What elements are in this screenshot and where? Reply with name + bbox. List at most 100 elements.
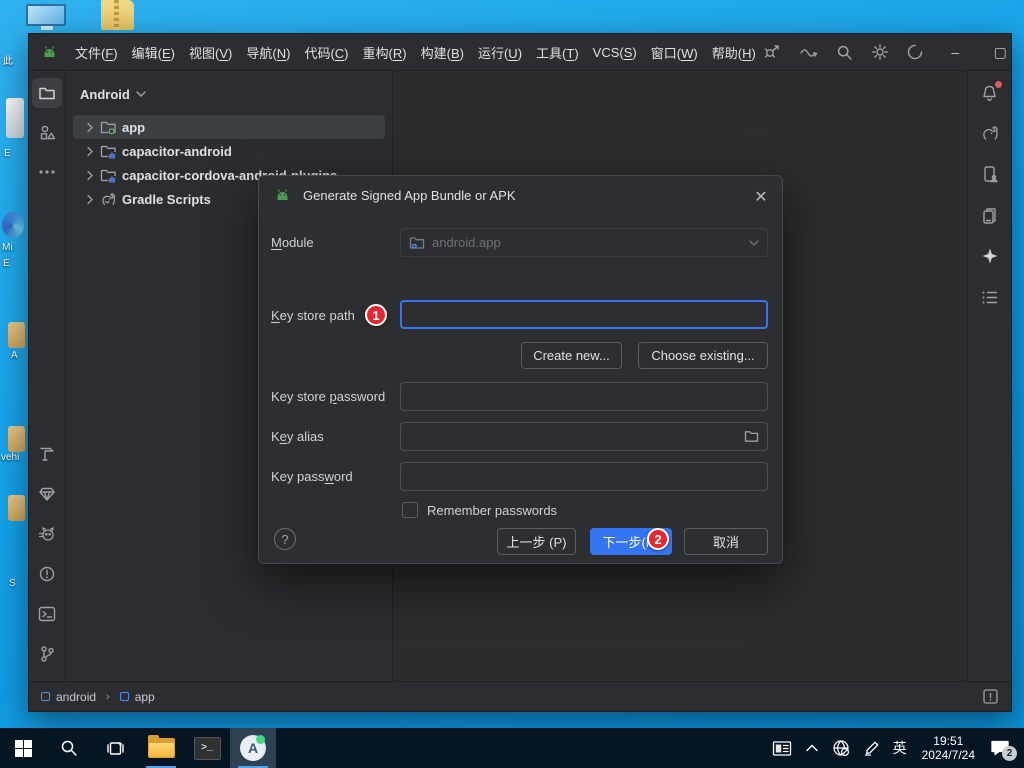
help-icon[interactable]: ? bbox=[274, 528, 296, 550]
menu-item[interactable]: 工具(T) bbox=[529, 43, 586, 62]
news-widget-button[interactable] bbox=[765, 728, 799, 768]
menu-item[interactable]: 构建(B) bbox=[414, 43, 471, 62]
module-select[interactable]: android.app bbox=[400, 228, 768, 257]
previous-button[interactable]: 上一步 (P) bbox=[497, 528, 576, 555]
menu-item[interactable]: 导航(N) bbox=[239, 43, 297, 62]
gradle-toolwindow-button[interactable] bbox=[975, 118, 1005, 148]
menu-item[interactable]: 编辑(E) bbox=[125, 43, 182, 62]
tree-row[interactable]: capacitor-android bbox=[73, 139, 385, 163]
app-quality-insights-button[interactable] bbox=[32, 479, 62, 509]
project-view-selector[interactable]: Android bbox=[66, 81, 392, 107]
expand-chevron-icon[interactable] bbox=[86, 170, 94, 181]
maximize-button[interactable]: ▢ bbox=[978, 34, 1023, 71]
menu-item[interactable]: 代码(C) bbox=[297, 43, 355, 62]
module-label: Module bbox=[271, 235, 314, 250]
task-view-button[interactable] bbox=[92, 728, 138, 768]
gradle-icon bbox=[99, 191, 117, 207]
key-alias-field[interactable] bbox=[400, 422, 768, 451]
zip-file-icon[interactable] bbox=[101, 0, 134, 30]
problems-button[interactable] bbox=[32, 559, 62, 589]
folder-icon-partial[interactable] bbox=[8, 495, 25, 521]
clock-date: 2024/7/24 bbox=[921, 748, 975, 762]
menu-item[interactable]: 帮助(H) bbox=[705, 43, 763, 62]
create-new-button[interactable]: Create new... bbox=[521, 342, 622, 369]
remember-passwords-checkbox[interactable] bbox=[402, 502, 418, 518]
expand-chevron-icon[interactable] bbox=[86, 194, 94, 205]
action-center-button[interactable]: 2 bbox=[983, 728, 1024, 768]
breadcrumb-android[interactable]: android bbox=[56, 690, 96, 704]
android-studio-taskbar-button[interactable]: A bbox=[230, 728, 276, 768]
remember-passwords-row: Remember passwords bbox=[402, 502, 557, 518]
menu-item[interactable]: 文件(F) bbox=[68, 43, 125, 62]
menu-item[interactable]: 重构(R) bbox=[356, 43, 414, 62]
expand-chevron-icon[interactable] bbox=[86, 146, 94, 157]
show-hidden-icons-button[interactable] bbox=[799, 728, 825, 768]
logcat-button[interactable] bbox=[32, 519, 62, 549]
breadcrumb: android › app bbox=[41, 690, 155, 704]
step-badge-2: 2 bbox=[647, 528, 669, 550]
menu-item[interactable]: 运行(U) bbox=[471, 43, 529, 62]
statusbar-notifications-icon[interactable] bbox=[982, 688, 999, 705]
keystore-password-input[interactable] bbox=[409, 389, 759, 404]
choose-existing-button[interactable]: Choose existing... bbox=[638, 342, 768, 369]
settings-icon[interactable] bbox=[871, 43, 889, 61]
project-toolwindow-button[interactable] bbox=[32, 78, 62, 108]
step-badge-1: 1 bbox=[365, 304, 387, 326]
key-password-label: Key password bbox=[271, 469, 353, 484]
file-explorer-button[interactable] bbox=[138, 728, 184, 768]
input-language-indicator[interactable]: 英 bbox=[886, 728, 914, 768]
key-alias-label: Key alias bbox=[271, 429, 324, 444]
this-pc-label: 此 bbox=[3, 56, 13, 67]
desktop-label: vehi bbox=[1, 452, 20, 463]
remember-passwords-label: Remember passwords bbox=[427, 502, 558, 518]
keystore-path-field[interactable] bbox=[400, 300, 768, 329]
terminal-button[interactable] bbox=[32, 599, 62, 629]
menu-item[interactable]: VCS(S) bbox=[586, 45, 644, 60]
expand-chevron-icon[interactable] bbox=[86, 122, 94, 133]
structure-button[interactable] bbox=[975, 282, 1005, 312]
folder-icon-partial[interactable] bbox=[8, 322, 25, 348]
more-toolwindows-button[interactable] bbox=[32, 157, 62, 187]
desktop-icon-partial[interactable] bbox=[6, 98, 24, 138]
this-pc-icon[interactable] bbox=[26, 4, 68, 30]
desktop-label: E bbox=[3, 258, 10, 269]
taskbar-search-button[interactable] bbox=[46, 728, 92, 768]
key-password-field[interactable] bbox=[400, 462, 768, 491]
key-alias-input[interactable] bbox=[409, 429, 744, 444]
browse-folder-icon[interactable] bbox=[744, 430, 759, 443]
command-prompt-button[interactable]: >_ bbox=[184, 728, 230, 768]
keystore-path-input[interactable] bbox=[410, 307, 758, 322]
menu-item[interactable]: 视图(V) bbox=[182, 43, 239, 62]
titlebar-actions bbox=[763, 43, 933, 61]
attach-debugger-icon[interactable] bbox=[763, 43, 781, 61]
start-button[interactable] bbox=[0, 728, 46, 768]
taskbar-clock[interactable]: 19:51 2024/7/24 bbox=[914, 734, 983, 762]
android-studio-logo-icon bbox=[41, 45, 58, 60]
library-folder-icon bbox=[99, 143, 117, 159]
key-password-input[interactable] bbox=[409, 469, 759, 484]
search-icon[interactable] bbox=[836, 44, 853, 61]
profiler-icon[interactable] bbox=[799, 44, 818, 60]
build-toolwindow-button[interactable] bbox=[32, 439, 62, 469]
desktop-label: Mi bbox=[2, 242, 13, 253]
tree-row[interactable]: app bbox=[73, 115, 385, 139]
android-studio-taskbar-icon: A bbox=[240, 735, 266, 761]
edge-icon-partial[interactable] bbox=[2, 212, 24, 238]
keystore-password-field[interactable] bbox=[400, 382, 768, 411]
notifications-button[interactable] bbox=[975, 78, 1005, 108]
running-devices-button[interactable] bbox=[975, 159, 1005, 189]
ime-pen-icon[interactable] bbox=[857, 728, 886, 768]
device-manager-button[interactable] bbox=[975, 200, 1005, 230]
minimize-button[interactable]: – bbox=[933, 34, 978, 71]
file-explorer-icon bbox=[147, 735, 175, 758]
dialog-close-icon[interactable]: ✕ bbox=[750, 186, 772, 208]
menu-item[interactable]: 窗口(W) bbox=[644, 43, 705, 62]
right-tool-stripe bbox=[967, 71, 1011, 681]
folder-icon-partial[interactable] bbox=[8, 426, 25, 452]
gemini-assistant-button[interactable] bbox=[975, 241, 1005, 271]
version-control-button[interactable] bbox=[32, 639, 62, 669]
cancel-button[interactable]: 取消 bbox=[684, 528, 768, 555]
resource-manager-button[interactable] bbox=[32, 117, 62, 147]
breadcrumb-app[interactable]: app bbox=[135, 690, 155, 704]
network-offline-icon[interactable] bbox=[825, 728, 857, 768]
